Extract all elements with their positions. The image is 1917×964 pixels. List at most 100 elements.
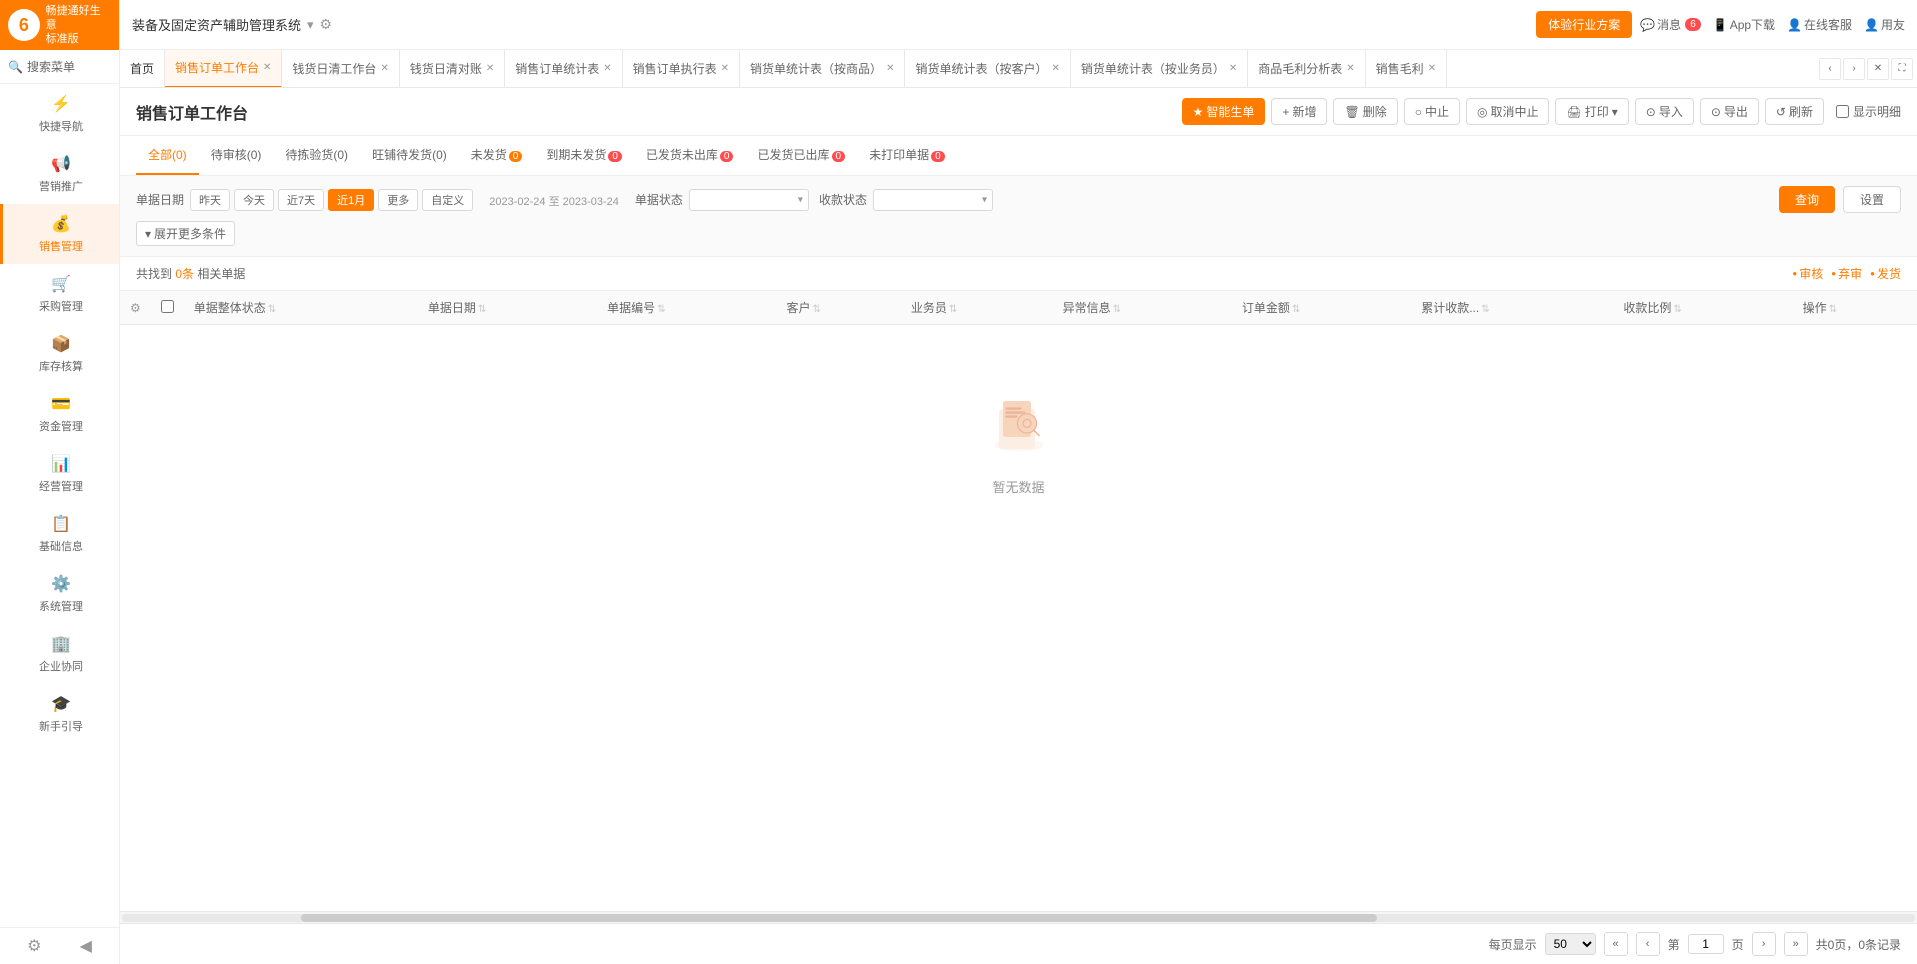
date-btn-更多[interactable]: 更多 — [378, 189, 418, 211]
import-btn[interactable]: ⊙ 导入 — [1635, 98, 1694, 125]
query-btn[interactable]: 查询 — [1779, 186, 1835, 213]
refresh-btn[interactable]: ↺ 刷新 — [1765, 98, 1824, 125]
user-btn[interactable]: 👤 用友 — [1864, 16, 1905, 33]
cancel-review-action-btn[interactable]: 弃审 — [1831, 265, 1862, 282]
date-btn-近7天[interactable]: 近7天 — [278, 189, 324, 211]
sidebar-item-quick-nav[interactable]: ⚡快捷导航 — [0, 84, 119, 144]
sort-icon-date[interactable]: ⇅ — [478, 304, 486, 315]
trial-btn[interactable]: 体验行业方案 — [1536, 11, 1632, 38]
date-btn-昨天[interactable]: 昨天 — [190, 189, 230, 211]
tab-cash-reconcile[interactable]: 钱货日清对账✕ — [400, 50, 505, 88]
sidebar-item-finance[interactable]: 💳资金管理 — [0, 384, 119, 444]
stop-btn[interactable]: ○ 中止 — [1404, 98, 1460, 125]
tab-sales-more[interactable]: 销售毛利✕ — [1366, 50, 1447, 88]
filter-tab-pending-check[interactable]: 待拣验货(0) — [273, 136, 360, 175]
date-btn-自定义[interactable]: 自定义 — [422, 189, 473, 211]
sidebar-item-operations[interactable]: 📊经营管理 — [0, 444, 119, 504]
sort-icon-status[interactable]: ⇅ — [268, 304, 276, 315]
print-btn[interactable]: 🖨 打印 ▾ — [1555, 98, 1628, 125]
tab-cargo-stats-product[interactable]: 销货单统计表（按商品）✕ — [740, 50, 905, 88]
next-page-btn[interactable]: › — [1752, 932, 1776, 956]
sort-icon-actions[interactable]: ⇅ — [1829, 304, 1837, 315]
delete-btn[interactable]: 🗑 删除 — [1333, 98, 1397, 125]
sidebar-item-marketing[interactable]: 📢营销推广 — [0, 144, 119, 204]
online-service-btn[interactable]: 👤 在线客服 — [1787, 16, 1852, 33]
sidebar-item-basics[interactable]: 📋基础信息 — [0, 504, 119, 564]
tab-home[interactable]: 首页 — [120, 50, 165, 88]
date-btn-今天[interactable]: 今天 — [234, 189, 274, 211]
tab-close-sales-exec[interactable]: ✕ — [721, 63, 729, 74]
expand-conditions-btn[interactable]: ▾ 展开更多条件 — [136, 221, 235, 246]
sort-icon-collected[interactable]: ⇅ — [1481, 304, 1489, 315]
tab-product-margin[interactable]: 商品毛利分析表✕ — [1248, 50, 1365, 88]
tab-close-sales-workbench[interactable]: ✕ — [263, 62, 271, 73]
filter-tab-overdue-not-shipped[interactable]: 到期未发货0 — [534, 136, 634, 175]
tab-sales-exec[interactable]: 销售订单执行表✕ — [623, 50, 740, 88]
tab-close-cargo-stats-staff[interactable]: ✕ — [1229, 63, 1237, 74]
tab-close-cargo-stats-customer[interactable]: ✕ — [1051, 63, 1059, 74]
tab-close-all-btn[interactable]: ✕ — [1867, 58, 1889, 80]
cancel-stop-btn[interactable]: ◎ 取消中止 — [1466, 98, 1550, 125]
sort-icon-customer[interactable]: ⇅ — [812, 304, 820, 315]
filter-setting-btn[interactable]: 设置 — [1843, 186, 1901, 213]
smart-create-btn[interactable]: ★ 智能生单 — [1182, 98, 1266, 125]
ship-action-btn[interactable]: 发货 — [1870, 265, 1901, 282]
new-btn[interactable]: + 新增 — [1271, 98, 1327, 125]
filter-tab-shipped-not-out[interactable]: 已发货未出库0 — [634, 136, 746, 175]
tab-close-cash-reconcile[interactable]: ✕ — [486, 63, 494, 74]
tab-prev-btn[interactable]: ‹ — [1819, 58, 1841, 80]
filter-tab-not-shipped[interactable]: 未发货0 — [459, 136, 535, 175]
scroll-thumb[interactable] — [301, 914, 1377, 922]
collapse-icon[interactable]: ◀ — [80, 936, 92, 956]
sidebar-item-enterprise[interactable]: 🏢企业协同 — [0, 624, 119, 684]
show-detail-checkbox[interactable] — [1836, 105, 1849, 118]
first-page-btn[interactable]: « — [1604, 932, 1628, 956]
sort-icon-amount[interactable]: ⇅ — [1292, 304, 1300, 315]
search-menu[interactable]: 🔍 搜索菜单 — [0, 50, 119, 84]
filter-tab-shipped-out[interactable]: 已发货已出库0 — [745, 136, 857, 175]
sidebar-item-system[interactable]: ⚙️系统管理 — [0, 564, 119, 624]
tab-fullscreen-btn[interactable]: ⛶ — [1891, 58, 1913, 80]
tab-sales-stats[interactable]: 销售订单统计表✕ — [505, 50, 622, 88]
sort-icon-staff[interactable]: ⇅ — [949, 304, 957, 315]
sidebar-item-guide[interactable]: 🎓新手引导 — [0, 684, 119, 744]
review-action-btn[interactable]: 审核 — [1792, 265, 1823, 282]
last-page-btn[interactable]: » — [1784, 932, 1808, 956]
filter-tab-not-printed[interactable]: 未打印单据0 — [857, 136, 957, 175]
dropdown-icon[interactable]: ▾ — [307, 17, 314, 33]
page-size-select[interactable]: 50 10 20 100 — [1545, 933, 1596, 955]
tab-close-cargo-stats-product[interactable]: ✕ — [886, 63, 894, 74]
export-btn[interactable]: ⊙ 导出 — [1700, 98, 1759, 125]
show-detail-toggle[interactable]: 显示明细 — [1836, 103, 1901, 120]
status-select[interactable] — [689, 189, 809, 211]
sidebar-item-inventory[interactable]: 📦库存核算 — [0, 324, 119, 384]
settings-icon[interactable]: ⚙ — [27, 936, 41, 956]
sort-icon-abnormal[interactable]: ⇅ — [1113, 304, 1121, 315]
column-settings-icon[interactable]: ⚙ — [130, 301, 141, 315]
prev-page-btn[interactable]: ‹ — [1636, 932, 1660, 956]
tab-cargo-stats-customer[interactable]: 销货单统计表（按客户）✕ — [905, 50, 1070, 88]
horizontal-scrollbar[interactable] — [120, 911, 1917, 923]
select-all-checkbox[interactable] — [161, 300, 174, 313]
settings-icon[interactable]: ⚙ — [320, 16, 333, 33]
tab-close-cash-daily[interactable]: ✕ — [380, 63, 388, 74]
sidebar-item-purchase[interactable]: 🛒采购管理 — [0, 264, 119, 324]
payment-select[interactable] — [873, 189, 993, 211]
tab-sales-workbench[interactable]: 销售订单工作台✕ — [165, 50, 282, 88]
tab-close-product-margin[interactable]: ✕ — [1346, 63, 1354, 74]
tab-close-sales-stats[interactable]: ✕ — [603, 63, 611, 74]
filter-tab-wangpu-pending[interactable]: 旺铺待发货(0) — [360, 136, 459, 175]
date-btn-近1月[interactable]: 近1月 — [328, 189, 374, 211]
message-btn[interactable]: 💬 消息 6 — [1640, 16, 1701, 33]
app-download-btn[interactable]: 📱 App下载 — [1713, 16, 1775, 33]
page-number-input[interactable] — [1688, 934, 1724, 954]
tab-cargo-stats-staff[interactable]: 销货单统计表（按业务员）✕ — [1071, 50, 1248, 88]
filter-tab-all[interactable]: 全部(0) — [136, 136, 199, 175]
tab-next-btn[interactable]: › — [1843, 58, 1865, 80]
sort-icon-ratio[interactable]: ⇅ — [1673, 304, 1681, 315]
sidebar-item-sales[interactable]: 💰销售管理 — [0, 204, 119, 264]
tab-close-sales-more[interactable]: ✕ — [1428, 63, 1436, 74]
sort-icon-number[interactable]: ⇅ — [657, 304, 665, 315]
filter-tab-pending-review[interactable]: 待审核(0) — [199, 136, 274, 175]
tab-cash-daily[interactable]: 钱货日清工作台✕ — [282, 50, 399, 88]
